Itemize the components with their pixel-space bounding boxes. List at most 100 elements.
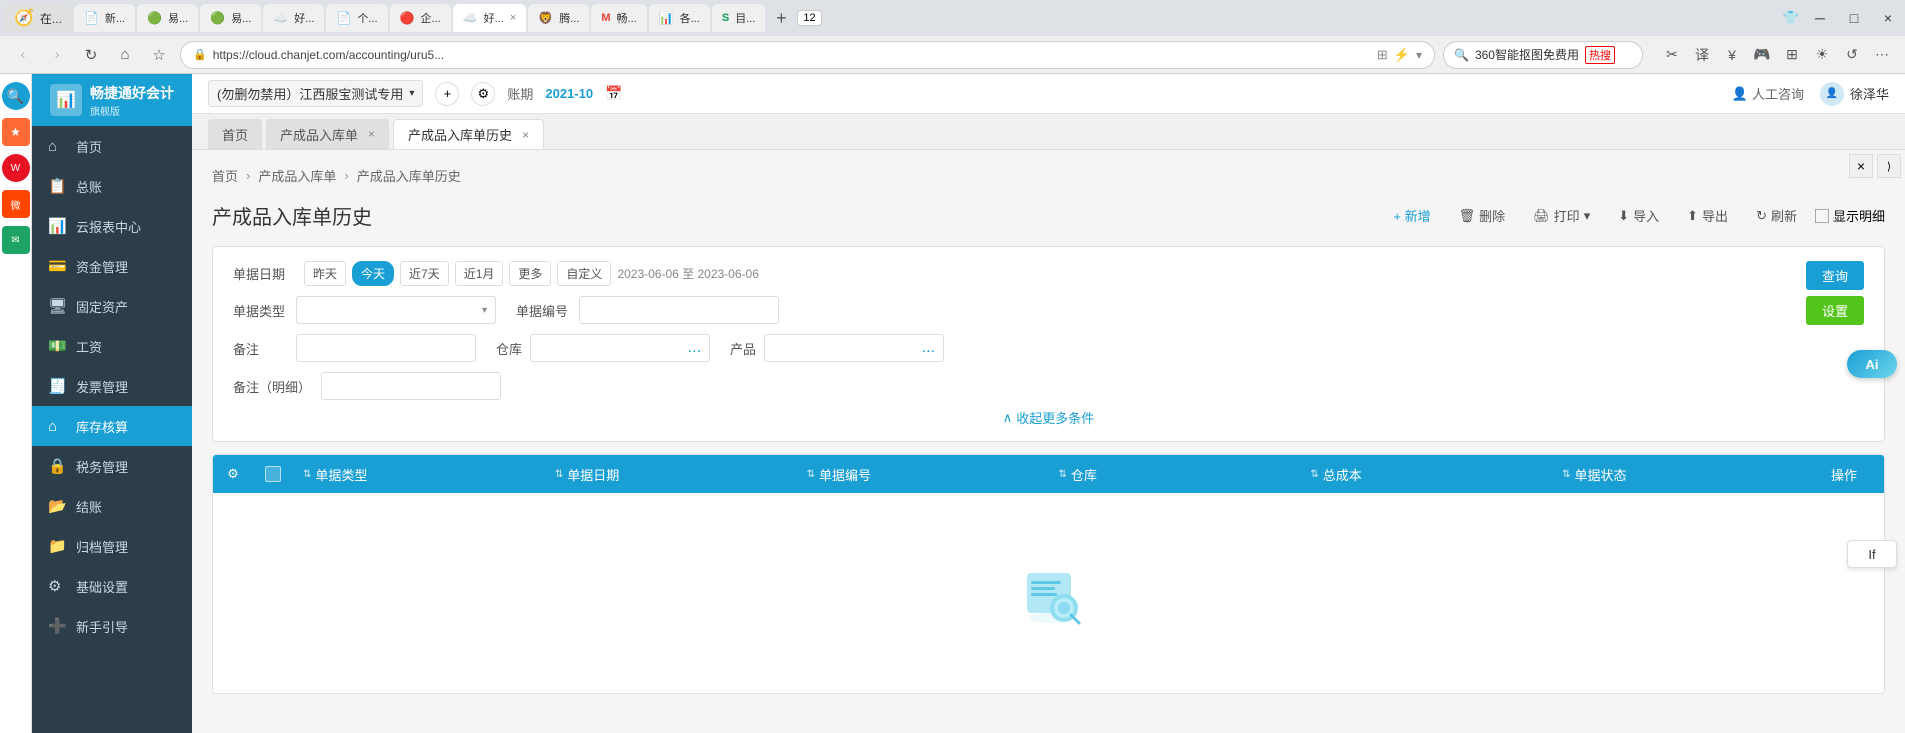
game-icon[interactable]: 🎮 — [1749, 42, 1775, 68]
maximize-button[interactable]: □ — [1841, 5, 1867, 31]
product-select[interactable]: ... — [764, 334, 944, 362]
tab-12[interactable]: S 目... — [712, 4, 766, 32]
sidebar-item-report[interactable]: 📊 云报表中心 — [32, 206, 192, 246]
translate-icon[interactable]: 译 — [1689, 42, 1715, 68]
ai-badge[interactable]: Ai — [1847, 350, 1897, 378]
th-number[interactable]: ⇅ 单据编号 — [797, 465, 1049, 484]
grid2-icon[interactable]: ⊞ — [1779, 42, 1805, 68]
export-button[interactable]: ⬆ 导出 — [1677, 202, 1738, 229]
sidebar-item-inventory[interactable]: ⌂ 库存核算 — [32, 406, 192, 446]
print-button[interactable]: 🖨 打印 ▾ — [1523, 202, 1600, 229]
settings-button[interactable]: 设置 — [1806, 296, 1864, 325]
url-bar[interactable]: 🔒 https://cloud.chanjet.com/accounting/u… — [180, 41, 1435, 69]
sidebar-item-salary[interactable]: 💵 工资 — [32, 326, 192, 366]
th-warehouse[interactable]: ⇅ 仓库 — [1048, 465, 1300, 484]
print-dropdown[interactable]: ▾ — [1584, 208, 1591, 224]
quick-icon-3[interactable]: W — [2, 154, 30, 182]
theme-icon[interactable]: ☀ — [1809, 42, 1835, 68]
tab-home[interactable]: 首页 — [208, 119, 262, 149]
sidebar-item-home[interactable]: ⌂ 首页 — [32, 126, 192, 166]
th-gear[interactable]: ⚙ — [213, 466, 253, 482]
date-btn-custom[interactable]: 自定义 — [557, 261, 611, 286]
sidebar-item-fixed[interactable]: 🖥 固定资产 — [32, 286, 192, 326]
tab-list[interactable]: 产成品入库单 × — [266, 119, 389, 149]
sidebar-item-base[interactable]: ⚙ 基础设置 — [32, 566, 192, 606]
quick-icon-5[interactable]: ✉ — [2, 226, 30, 254]
tab-history-close[interactable]: × — [522, 128, 529, 142]
bookmark-button[interactable]: ☆ — [146, 42, 172, 68]
sidebar-item-invoice[interactable]: 🧾 发票管理 — [32, 366, 192, 406]
refresh-button[interactable]: ↻ — [78, 42, 104, 68]
quick-icon-1[interactable]: 🔍 — [2, 82, 30, 110]
sidebar-item-more[interactable]: ➕ 新手引导 — [32, 606, 192, 646]
tab-8-active[interactable]: ☁️ 好... × — [453, 4, 527, 32]
sidebar-item-checkout[interactable]: 📂 结账 — [32, 486, 192, 526]
number-input[interactable] — [579, 296, 779, 324]
quick-icon-2[interactable]: ★ — [2, 118, 30, 146]
display-toggle[interactable]: 显示明细 — [1815, 206, 1885, 225]
home-button[interactable]: ⌂ — [112, 42, 138, 68]
settings-icon-small[interactable]: ⚙ — [471, 82, 495, 106]
tab-navigate[interactable]: 🧭 在... — [4, 4, 72, 32]
user-service-btn[interactable]: 👤 人工咨询 — [1732, 84, 1804, 103]
panel-close-button[interactable]: × — [1849, 154, 1873, 178]
company-selector[interactable]: (勿删勿禁用）江西服宝测试专用 ▾ — [208, 80, 423, 107]
new-tab-button[interactable]: + — [767, 4, 795, 32]
quick-icon-4[interactable]: 微 — [2, 190, 30, 218]
minimize-button[interactable]: ─ — [1807, 5, 1833, 31]
date-btn-7days[interactable]: 近7天 — [400, 261, 449, 286]
tab-3[interactable]: 🟢 易... — [137, 4, 198, 32]
sidebar-item-ledger[interactable]: 📋 总账 — [32, 166, 192, 206]
header-checkbox[interactable] — [265, 466, 281, 482]
th-type[interactable]: ⇅ 单据类型 — [293, 465, 545, 484]
back-button[interactable]: ‹ — [10, 42, 36, 68]
detail-remark-input[interactable] — [321, 372, 501, 400]
tab-list-close[interactable]: × — [368, 127, 375, 141]
import-button[interactable]: ⬇ 导入 — [1608, 202, 1669, 229]
url-dropdown-icon[interactable]: ▾ — [1416, 48, 1422, 62]
breadcrumb-home[interactable]: 首页 — [212, 166, 238, 185]
forward-button[interactable]: › — [44, 42, 70, 68]
yuan-icon[interactable]: ¥ — [1719, 42, 1745, 68]
refresh-button-action[interactable]: ↻ 刷新 — [1746, 202, 1807, 229]
add-button[interactable]: + 新增 — [1383, 202, 1440, 229]
breadcrumb-parent[interactable]: 产成品入库单 — [258, 166, 336, 185]
search-bar[interactable]: 🔍 360智能抠图免费用 热搜 — [1443, 41, 1643, 69]
date-btn-1month[interactable]: 近1月 — [455, 261, 504, 286]
more-icon[interactable]: ⋯ — [1869, 42, 1895, 68]
tab-7[interactable]: 🔴 企... — [390, 4, 451, 32]
undo-icon[interactable]: ↺ — [1839, 42, 1865, 68]
sidebar-item-archive[interactable]: 📁 归档管理 — [32, 526, 192, 566]
type-select[interactable]: ▾ — [296, 296, 496, 324]
th-cost[interactable]: ⇅ 总成本 — [1300, 465, 1552, 484]
close-button[interactable]: × — [1875, 5, 1901, 31]
remark-input[interactable] — [296, 334, 476, 362]
query-button[interactable]: 查询 — [1806, 261, 1864, 290]
tab-11[interactable]: 📊 各... — [649, 4, 710, 32]
if-badge[interactable]: If — [1847, 540, 1897, 568]
calendar-icon[interactable]: 📅 — [605, 85, 622, 102]
tab-10[interactable]: M 畅... — [591, 4, 646, 32]
th-checkbox-cell[interactable] — [253, 466, 293, 482]
date-btn-more[interactable]: 更多 — [509, 261, 551, 286]
tab-8-close[interactable]: × — [510, 12, 516, 24]
sidebar-item-fund[interactable]: 💳 资金管理 — [32, 246, 192, 286]
sidebar-item-tax[interactable]: 🔒 税务管理 — [32, 446, 192, 486]
delete-button[interactable]: 🗑 删除 — [1449, 202, 1516, 229]
collapse-button[interactable]: ∧ 收起更多条件 — [233, 408, 1864, 427]
display-checkbox[interactable] — [1815, 209, 1829, 223]
scissors-icon[interactable]: ✂ — [1659, 42, 1685, 68]
tab-count-badge[interactable]: 12 — [797, 10, 821, 26]
warehouse-select[interactable]: ... — [530, 334, 710, 362]
tab-9[interactable]: 🦁 腾... — [528, 4, 589, 32]
tab-2[interactable]: 📄 新... — [74, 4, 135, 32]
date-btn-today[interactable]: 今天 — [352, 261, 394, 286]
tab-history[interactable]: 产成品入库单历史 × — [393, 119, 544, 149]
period-value[interactable]: 2021-10 — [545, 86, 593, 101]
tab-4[interactable]: 🟢 易... — [200, 4, 261, 32]
dress-icon[interactable]: 👕 — [1783, 10, 1799, 26]
th-status[interactable]: ⇅ 单据状态 — [1552, 465, 1804, 484]
date-btn-yesterday[interactable]: 昨天 — [304, 261, 346, 286]
tab-6[interactable]: 📄 个... — [326, 4, 387, 32]
panel-expand-button[interactable]: ⟩ — [1877, 154, 1901, 178]
